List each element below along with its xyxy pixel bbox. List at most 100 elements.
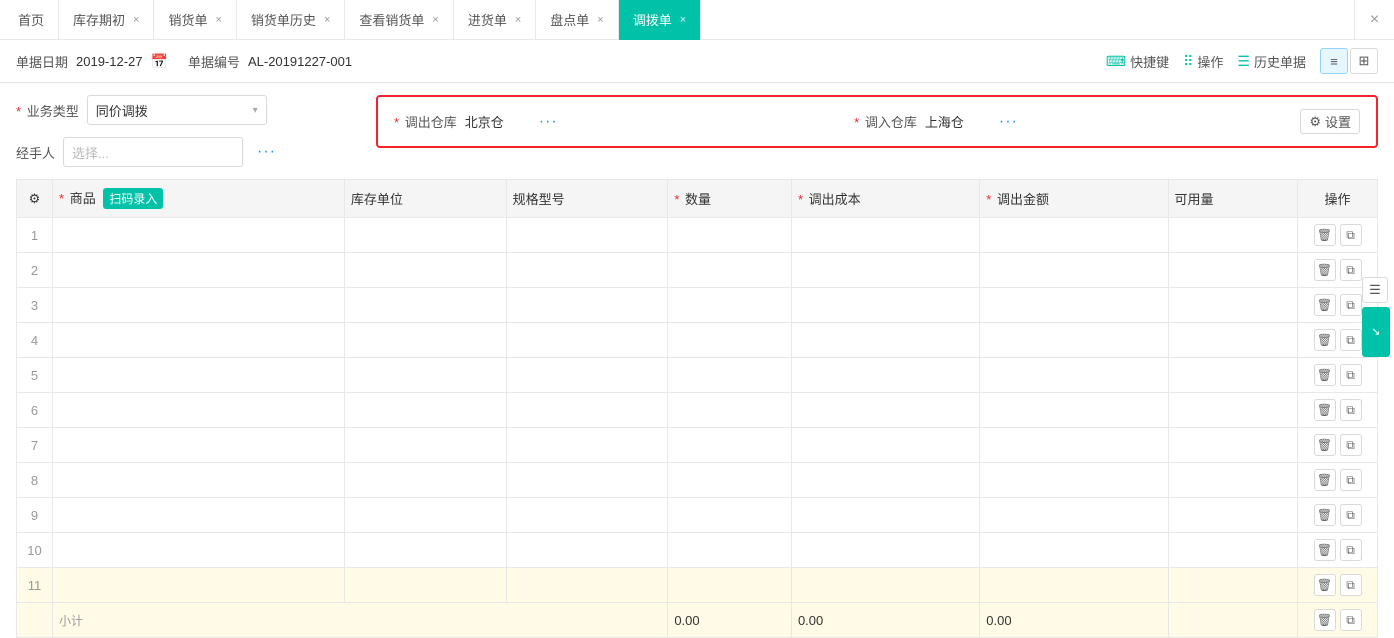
delete-row-7-btn[interactable]: 🗑	[1314, 434, 1336, 456]
list-view-btn[interactable]: ≡	[1320, 48, 1348, 74]
row-unit-2[interactable]	[344, 253, 506, 288]
row-qty-8[interactable]	[668, 463, 792, 498]
row-unit-5[interactable]	[344, 358, 506, 393]
row-product-7[interactable]	[53, 428, 345, 463]
row-qty-10[interactable]	[668, 533, 792, 568]
row-unit-6[interactable]	[344, 393, 506, 428]
delete-row-4-btn[interactable]: 🗑	[1314, 329, 1336, 351]
date-value[interactable]: 2019-12-27	[76, 54, 143, 69]
row-amount-5[interactable]	[980, 358, 1168, 393]
row-unit-3[interactable]	[344, 288, 506, 323]
row-unit-9[interactable]	[344, 498, 506, 533]
handler-input[interactable]: 选择...	[63, 137, 243, 167]
tab-sales-order-close[interactable]: ×	[215, 14, 221, 26]
subtotal-copy-btn[interactable]: ⧉	[1340, 609, 1362, 631]
tab-inventory-init-close[interactable]: ×	[133, 14, 139, 26]
tab-purchase-close[interactable]: ×	[515, 14, 521, 26]
copy-row-8-btn[interactable]: ⧉	[1340, 469, 1362, 491]
shortcut-action[interactable]: ⌨ 快捷键	[1106, 52, 1169, 71]
delete-row-10-btn[interactable]: 🗑	[1314, 539, 1336, 561]
copy-row-7-btn[interactable]: ⧉	[1340, 434, 1362, 456]
gear-icon[interactable]: ⚙	[29, 191, 41, 206]
row-qty-9[interactable]	[668, 498, 792, 533]
row-cost-11[interactable]	[791, 568, 979, 603]
row-spec-5[interactable]	[506, 358, 668, 393]
row-spec-11[interactable]	[506, 568, 668, 603]
tab-view-sales[interactable]: 查看销货单 ×	[345, 0, 453, 40]
row-cost-10[interactable]	[791, 533, 979, 568]
row-product-6[interactable]	[53, 393, 345, 428]
row-product-4[interactable]	[53, 323, 345, 358]
row-qty-2[interactable]	[668, 253, 792, 288]
row-amount-2[interactable]	[980, 253, 1168, 288]
grid-view-btn[interactable]: ⊞	[1350, 48, 1378, 74]
row-amount-6[interactable]	[980, 393, 1168, 428]
business-type-input[interactable]: 同价调拨 ▾	[87, 95, 267, 125]
row-product-5[interactable]	[53, 358, 345, 393]
row-cost-5[interactable]	[791, 358, 979, 393]
window-close-button[interactable]: ×	[1354, 0, 1394, 40]
row-product-9[interactable]	[53, 498, 345, 533]
delete-row-8-btn[interactable]: 🗑	[1314, 469, 1336, 491]
subtotal-delete-btn[interactable]: 🗑	[1314, 609, 1336, 631]
row-qty-7[interactable]	[668, 428, 792, 463]
row-unit-4[interactable]	[344, 323, 506, 358]
row-product-10[interactable]	[53, 533, 345, 568]
row-spec-4[interactable]	[506, 323, 668, 358]
row-cost-2[interactable]	[791, 253, 979, 288]
row-amount-3[interactable]	[980, 288, 1168, 323]
delete-row-2-btn[interactable]: 🗑	[1314, 259, 1336, 281]
expand-float-btn[interactable]: ↗	[1362, 307, 1390, 357]
settings-button[interactable]: ⚙ 设置	[1300, 109, 1360, 134]
delete-row-1-btn[interactable]: 🗑	[1314, 224, 1336, 246]
tab-inventory-check[interactable]: 盘点单 ×	[536, 0, 618, 40]
row-qty-11[interactable]	[668, 568, 792, 603]
tab-inventory-init[interactable]: 库存期初 ×	[59, 0, 154, 40]
tab-purchase[interactable]: 进货单 ×	[454, 0, 536, 40]
row-cost-7[interactable]	[791, 428, 979, 463]
copy-row-1-btn[interactable]: ⧉	[1340, 224, 1362, 246]
tab-sales-history-close[interactable]: ×	[324, 14, 330, 26]
row-amount-9[interactable]	[980, 498, 1168, 533]
tab-transfer-close[interactable]: ×	[680, 14, 686, 26]
row-spec-8[interactable]	[506, 463, 668, 498]
notes-float-btn[interactable]: ☰	[1362, 277, 1388, 303]
row-qty-6[interactable]	[668, 393, 792, 428]
copy-row-11-btn[interactable]: ⧉	[1340, 574, 1362, 596]
row-amount-4[interactable]	[980, 323, 1168, 358]
row-qty-3[interactable]	[668, 288, 792, 323]
row-amount-11[interactable]	[980, 568, 1168, 603]
row-qty-5[interactable]	[668, 358, 792, 393]
row-amount-8[interactable]	[980, 463, 1168, 498]
tab-home[interactable]: 首页	[0, 0, 59, 40]
row-spec-10[interactable]	[506, 533, 668, 568]
delete-row-3-btn[interactable]: 🗑	[1314, 294, 1336, 316]
ops-action[interactable]: ⠿ 操作	[1183, 52, 1223, 71]
row-cost-8[interactable]	[791, 463, 979, 498]
row-spec-1[interactable]	[506, 218, 668, 253]
history-action[interactable]: ☰ 历史单据	[1237, 52, 1306, 71]
row-cost-6[interactable]	[791, 393, 979, 428]
row-spec-9[interactable]	[506, 498, 668, 533]
row-cost-9[interactable]	[791, 498, 979, 533]
row-spec-7[interactable]	[506, 428, 668, 463]
delete-row-6-btn[interactable]: 🗑	[1314, 399, 1336, 421]
tab-sales-order[interactable]: 销货单 ×	[154, 0, 236, 40]
row-cost-1[interactable]	[791, 218, 979, 253]
row-cost-3[interactable]	[791, 288, 979, 323]
row-product-3[interactable]	[53, 288, 345, 323]
row-unit-7[interactable]	[344, 428, 506, 463]
copy-row-5-btn[interactable]: ⧉	[1340, 364, 1362, 386]
delete-row-5-btn[interactable]: 🗑	[1314, 364, 1336, 386]
row-spec-3[interactable]	[506, 288, 668, 323]
tab-sales-history[interactable]: 销货单历史 ×	[237, 0, 345, 40]
calendar-icon[interactable]: 📅	[151, 53, 168, 70]
tab-view-sales-close[interactable]: ×	[432, 14, 438, 26]
row-cost-4[interactable]	[791, 323, 979, 358]
row-product-1[interactable]	[53, 218, 345, 253]
row-unit-1[interactable]	[344, 218, 506, 253]
warehouse-in-more-btn[interactable]: ···	[999, 113, 1018, 131]
row-unit-10[interactable]	[344, 533, 506, 568]
row-product-2[interactable]	[53, 253, 345, 288]
row-amount-7[interactable]	[980, 428, 1168, 463]
